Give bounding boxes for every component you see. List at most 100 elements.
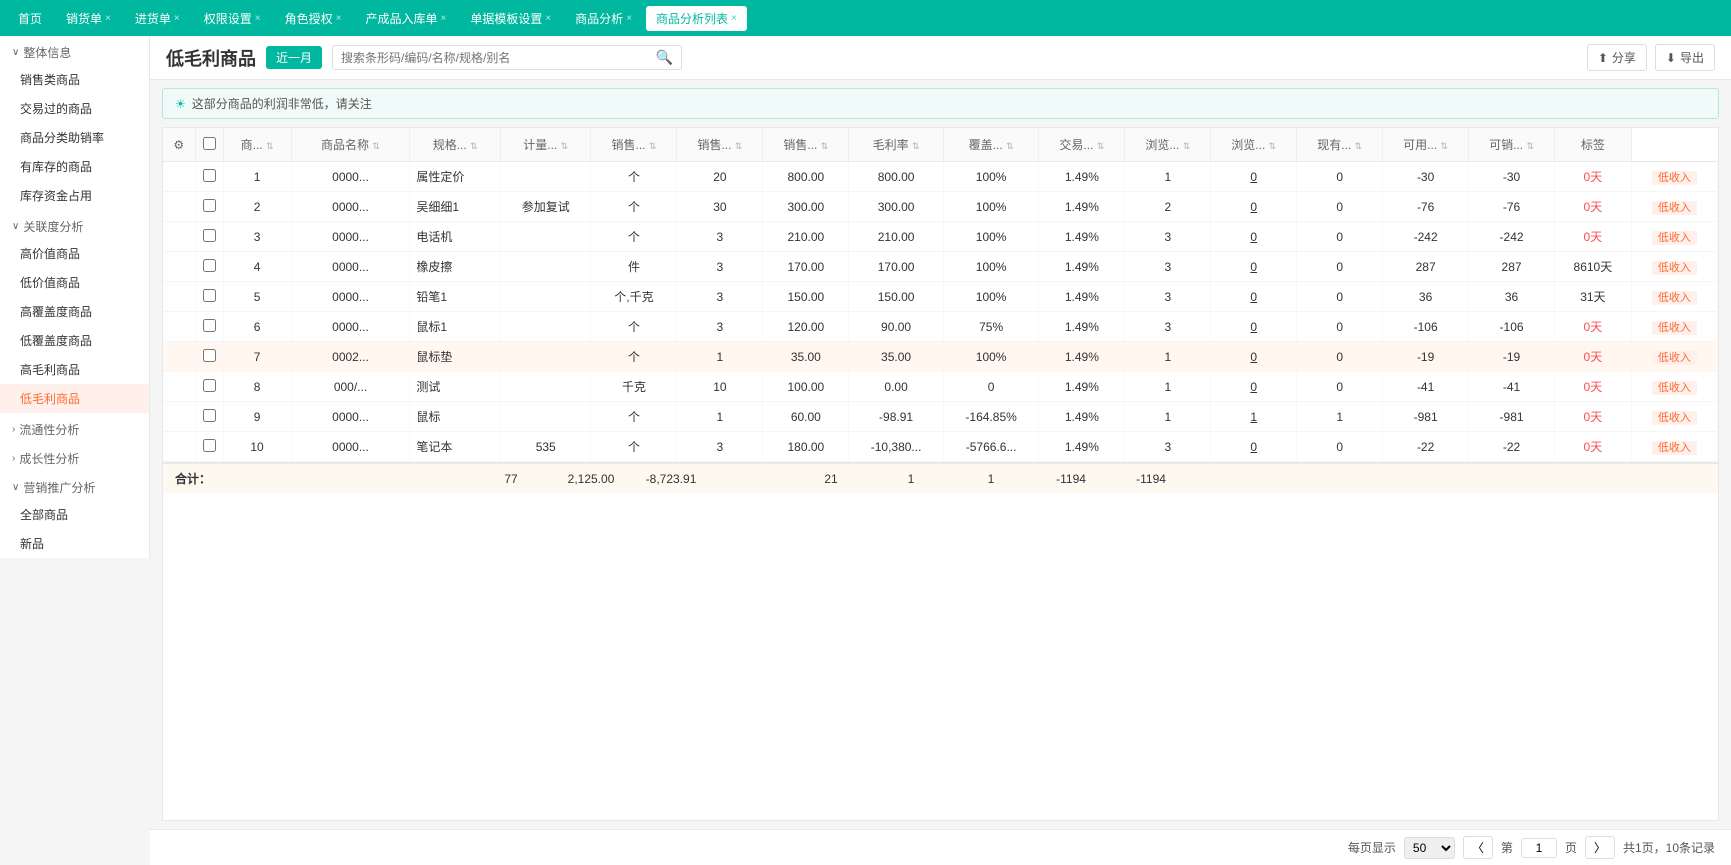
nav-item-permission[interactable]: 权限设置 × <box>194 6 271 31</box>
close-icon-template[interactable]: × <box>545 13 551 24</box>
row-select-checkbox[interactable] <box>203 199 216 212</box>
close-icon-permission[interactable]: × <box>255 13 261 24</box>
browse1-link[interactable]: 0 <box>1250 290 1257 304</box>
browse1-link[interactable]: 0 <box>1250 170 1257 184</box>
browse1-link[interactable]: 0 <box>1250 260 1257 274</box>
col-spec[interactable]: 规格... ⇅ <box>410 128 501 162</box>
sidebar-group-growth[interactable]: › 成长性分析 <box>0 442 149 471</box>
per-page-select[interactable]: 50 100 200 <box>1404 837 1455 859</box>
col-name[interactable]: 商品名称 ⇅ <box>291 128 410 162</box>
page-input[interactable] <box>1521 838 1557 858</box>
close-icon-role[interactable]: × <box>336 13 342 24</box>
browse1-link[interactable]: 1 <box>1250 410 1257 424</box>
sidebar-group-marketing[interactable]: ∨ 营销推广分析 <box>0 471 149 500</box>
col-sellable[interactable]: 可销... ⇅ <box>1469 128 1555 162</box>
sidebar-group-association[interactable]: ∨ 关联度分析 <box>0 210 149 239</box>
nav-item-template[interactable]: 单据模板设置 × <box>460 6 561 31</box>
row-browse1[interactable]: 0 <box>1211 252 1297 282</box>
sidebar-item-all-products[interactable]: 全部商品 <box>0 500 149 529</box>
sidebar-item-low-value[interactable]: 低价值商品 <box>0 268 149 297</box>
col-sales-profit[interactable]: 销售... ⇅ <box>763 128 849 162</box>
select-all-checkbox[interactable] <box>203 137 216 150</box>
row-select-checkbox[interactable] <box>203 319 216 332</box>
row-select-checkbox[interactable] <box>203 409 216 422</box>
sidebar-item-low-coverage[interactable]: 低覆盖度商品 <box>0 326 149 355</box>
browse1-link[interactable]: 0 <box>1250 380 1257 394</box>
sidebar-group-overall[interactable]: ∨ 整体信息 <box>0 36 149 65</box>
sidebar-item-high-value[interactable]: 高价值商品 <box>0 239 149 268</box>
row-browse1[interactable]: 0 <box>1211 192 1297 222</box>
close-icon-analysis-list[interactable]: × <box>731 13 737 24</box>
nav-item-analysis-list[interactable]: 商品分析列表 × <box>646 6 747 31</box>
row-select-checkbox[interactable] <box>203 229 216 242</box>
col-browse1[interactable]: 浏览... ⇅ <box>1125 128 1211 162</box>
row-browse1[interactable]: 0 <box>1211 372 1297 402</box>
row-browse1[interactable]: 0 <box>1211 162 1297 192</box>
export-button[interactable]: ⬇ 导出 <box>1655 44 1715 71</box>
sidebar-item-high-coverage[interactable]: 高覆盖度商品 <box>0 297 149 326</box>
sidebar-item-low-margin[interactable]: 低毛利商品 <box>0 384 149 413</box>
row-select-checkbox[interactable] <box>203 169 216 182</box>
nav-item-product[interactable]: 产成品入库单 × <box>355 6 456 31</box>
row-select-checkbox[interactable] <box>203 289 216 302</box>
browse1-link[interactable]: 0 <box>1250 350 1257 364</box>
nav-item-home[interactable]: 首页 <box>8 6 52 31</box>
nav-item-sales[interactable]: 销货单 × <box>56 6 121 31</box>
close-icon-analysis[interactable]: × <box>626 13 632 24</box>
col-current-stock[interactable]: 现有... ⇅ <box>1297 128 1383 162</box>
browse1-link[interactable]: 0 <box>1250 320 1257 334</box>
tag-badge: 低收入 <box>1652 441 1697 455</box>
sidebar-wrapper: ∨ 整体信息 销售类商品 交易过的商品 商品分类助销率 有库存的商品 库存资金占… <box>0 36 150 865</box>
row-select-checkbox[interactable] <box>203 349 216 362</box>
browse1-link[interactable]: 0 <box>1250 230 1257 244</box>
close-icon-purchase[interactable]: × <box>174 13 180 24</box>
sidebar-item-stocked-products[interactable]: 有库存的商品 <box>0 152 149 181</box>
close-icon-sales[interactable]: × <box>105 13 111 24</box>
sidebar-item-high-margin[interactable]: 高毛利商品 <box>0 355 149 384</box>
col-available[interactable]: 可用... ⇅ <box>1383 128 1469 162</box>
nav-item-role[interactable]: 角色授权 × <box>275 6 352 31</box>
sort-icon-sales-profit: ⇅ <box>821 141 829 151</box>
col-sales-price[interactable]: 销售... ⇅ <box>677 128 763 162</box>
col-coverage[interactable]: 覆盖... ⇅ <box>943 128 1039 162</box>
sidebar-group-liquidity[interactable]: › 流通性分析 <box>0 413 149 442</box>
sidebar-item-category-assist[interactable]: 商品分类助销率 <box>0 123 149 152</box>
col-settings[interactable]: ⚙ <box>163 128 195 162</box>
row-browse1[interactable]: 1 <box>1211 402 1297 432</box>
sidebar-item-stock-capital[interactable]: 库存资金占用 <box>0 181 149 210</box>
col-gross-margin[interactable]: 毛利率 ⇅ <box>849 128 944 162</box>
col-tag[interactable]: 标签 <box>1555 128 1632 162</box>
row-browse1[interactable]: 0 <box>1211 282 1297 312</box>
row-tag: 低收入 <box>1631 312 1717 342</box>
browse1-link[interactable]: 0 <box>1250 440 1257 454</box>
table-row: 9 0000... 鼠标 个 1 60.00 -98.91 -164.85% 1… <box>163 402 1718 432</box>
row-available: -30 <box>1469 162 1555 192</box>
arrow-icon-association: ∨ <box>12 221 19 232</box>
row-browse1[interactable]: 0 <box>1211 312 1297 342</box>
sidebar-item-sales-products[interactable]: 销售类商品 <box>0 65 149 94</box>
row-gross-margin: 0 <box>943 372 1039 402</box>
next-page-button[interactable]: 〉 <box>1585 836 1615 859</box>
row-select-checkbox[interactable] <box>203 259 216 272</box>
prev-page-button[interactable]: 〈 <box>1463 836 1493 859</box>
row-select-checkbox[interactable] <box>203 379 216 392</box>
row-unit: 个 <box>591 402 677 432</box>
time-filter-button[interactable]: 近一月 <box>266 46 322 69</box>
col-transactions[interactable]: 交易... ⇅ <box>1039 128 1125 162</box>
col-code[interactable]: 商... ⇅ <box>223 128 291 162</box>
row-select-checkbox[interactable] <box>203 439 216 452</box>
col-sales-qty[interactable]: 销售... ⇅ <box>591 128 677 162</box>
row-browse1[interactable]: 0 <box>1211 222 1297 252</box>
row-browse1[interactable]: 0 <box>1211 342 1297 372</box>
nav-item-analysis[interactable]: 商品分析 × <box>565 6 642 31</box>
browse1-link[interactable]: 0 <box>1250 200 1257 214</box>
search-input[interactable] <box>341 51 656 65</box>
col-browse2[interactable]: 浏览... ⇅ <box>1211 128 1297 162</box>
sidebar-item-traded-products[interactable]: 交易过的商品 <box>0 94 149 123</box>
col-unit[interactable]: 计量... ⇅ <box>500 128 591 162</box>
row-browse1[interactable]: 0 <box>1211 432 1297 462</box>
share-button[interactable]: ⬆ 分享 <box>1587 44 1647 71</box>
close-icon-product[interactable]: × <box>440 13 446 24</box>
nav-item-purchase[interactable]: 进货单 × <box>125 6 190 31</box>
sidebar-item-new-products[interactable]: 新品 <box>0 529 149 558</box>
